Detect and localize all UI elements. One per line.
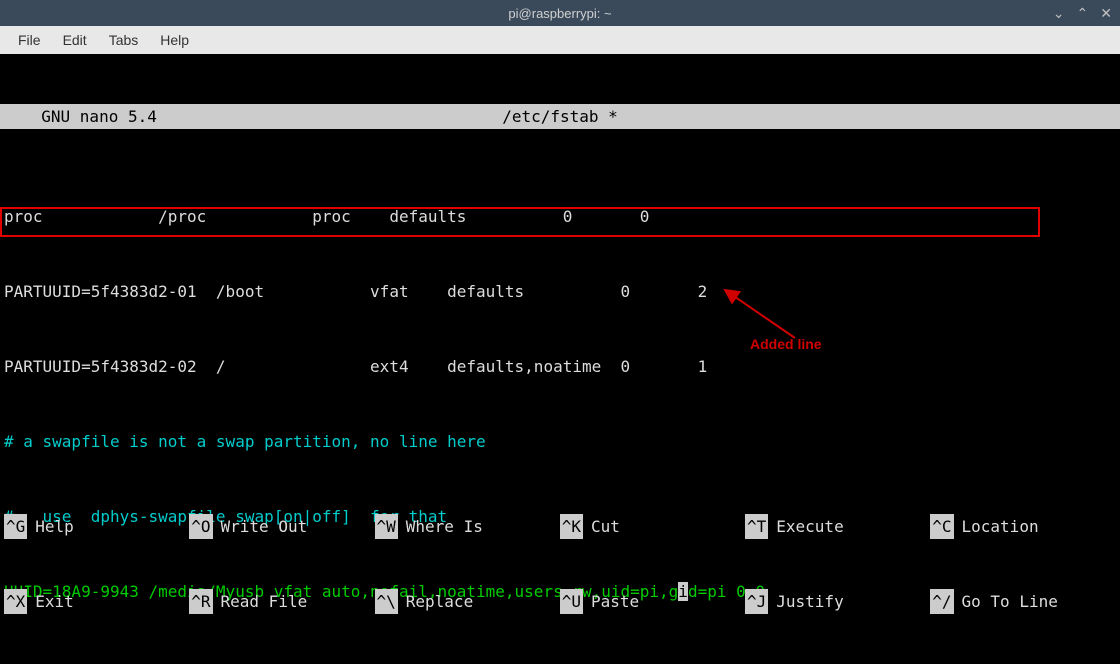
key-combo: ^X	[4, 589, 27, 614]
key-label: Cut	[583, 514, 620, 539]
fstab-line: PARTUUID=5f4383d2-02 / ext4 defaults,noa…	[0, 354, 1120, 379]
key-label: Help	[27, 514, 74, 539]
maximize-button[interactable]: ⌃	[1077, 5, 1089, 22]
key-label: Exit	[27, 589, 74, 614]
key-label: Paste	[583, 589, 639, 614]
footer-whereis: ^W Where Is	[375, 514, 560, 539]
footer-paste: ^U Paste	[560, 589, 745, 614]
fstab-line: proc /proc proc defaults 0 0	[0, 204, 1120, 229]
key-label: Where Is	[398, 514, 483, 539]
footer-location: ^C Location	[930, 514, 1115, 539]
key-combo: ^U	[560, 589, 583, 614]
key-combo: ^J	[745, 589, 768, 614]
footer-writeout: ^O Write Out	[189, 514, 374, 539]
footer-row-2: ^X Exit ^R Read File ^\ Replace ^U Paste…	[4, 589, 1116, 614]
footer-cut: ^K Cut	[560, 514, 745, 539]
window-titlebar: pi@raspberrypi: ~ ⌄ ⌃ ✕	[0, 0, 1120, 26]
footer-justify: ^J Justify	[745, 589, 930, 614]
menu-file[interactable]: File	[8, 28, 51, 52]
nano-file-title: /etc/fstab *	[502, 104, 618, 129]
key-label: Location	[954, 514, 1039, 539]
key-label: Execute	[768, 514, 843, 539]
key-combo: ^W	[375, 514, 398, 539]
footer-replace: ^\ Replace	[375, 589, 560, 614]
nano-app-name: GNU nano 5.4	[4, 104, 157, 129]
window-title: pi@raspberrypi: ~	[508, 6, 611, 21]
key-combo: ^G	[4, 514, 27, 539]
menu-help[interactable]: Help	[150, 28, 199, 52]
key-label: Go To Line	[954, 589, 1058, 614]
menu-tabs[interactable]: Tabs	[99, 28, 149, 52]
nano-header: GNU nano 5.4 /etc/fstab *	[0, 104, 1120, 129]
key-label: Write Out	[213, 514, 308, 539]
close-button[interactable]: ✕	[1100, 5, 1112, 22]
minimize-button[interactable]: ⌄	[1053, 5, 1065, 22]
footer-row-1: ^G Help ^O Write Out ^W Where Is ^K Cut …	[4, 514, 1116, 539]
fstab-comment-line: # a swapfile is not a swap partition, no…	[0, 429, 1120, 454]
key-label: Justify	[768, 589, 843, 614]
menubar: File Edit Tabs Help	[0, 26, 1120, 54]
footer-exit: ^X Exit	[4, 589, 189, 614]
key-combo: ^R	[189, 589, 212, 614]
footer-execute: ^T Execute	[745, 514, 930, 539]
key-label: Read File	[213, 589, 308, 614]
footer-gotoline: ^/ Go To Line	[930, 589, 1115, 614]
key-label: Replace	[398, 589, 473, 614]
footer-help: ^G Help	[4, 514, 189, 539]
key-combo: ^/	[930, 589, 953, 614]
key-combo: ^T	[745, 514, 768, 539]
fstab-line: PARTUUID=5f4383d2-01 /boot vfat defaults…	[0, 279, 1120, 304]
key-combo: ^C	[930, 514, 953, 539]
key-combo: ^O	[189, 514, 212, 539]
window-controls: ⌄ ⌃ ✕	[1053, 5, 1112, 22]
footer-readfile: ^R Read File	[189, 589, 374, 614]
terminal-area[interactable]: GNU nano 5.4 /etc/fstab * proc /proc pro…	[0, 54, 1120, 664]
key-combo: ^K	[560, 514, 583, 539]
key-combo: ^\	[375, 589, 398, 614]
nano-footer: ^G Help ^O Write Out ^W Where Is ^K Cut …	[0, 464, 1120, 664]
menu-edit[interactable]: Edit	[53, 28, 97, 52]
